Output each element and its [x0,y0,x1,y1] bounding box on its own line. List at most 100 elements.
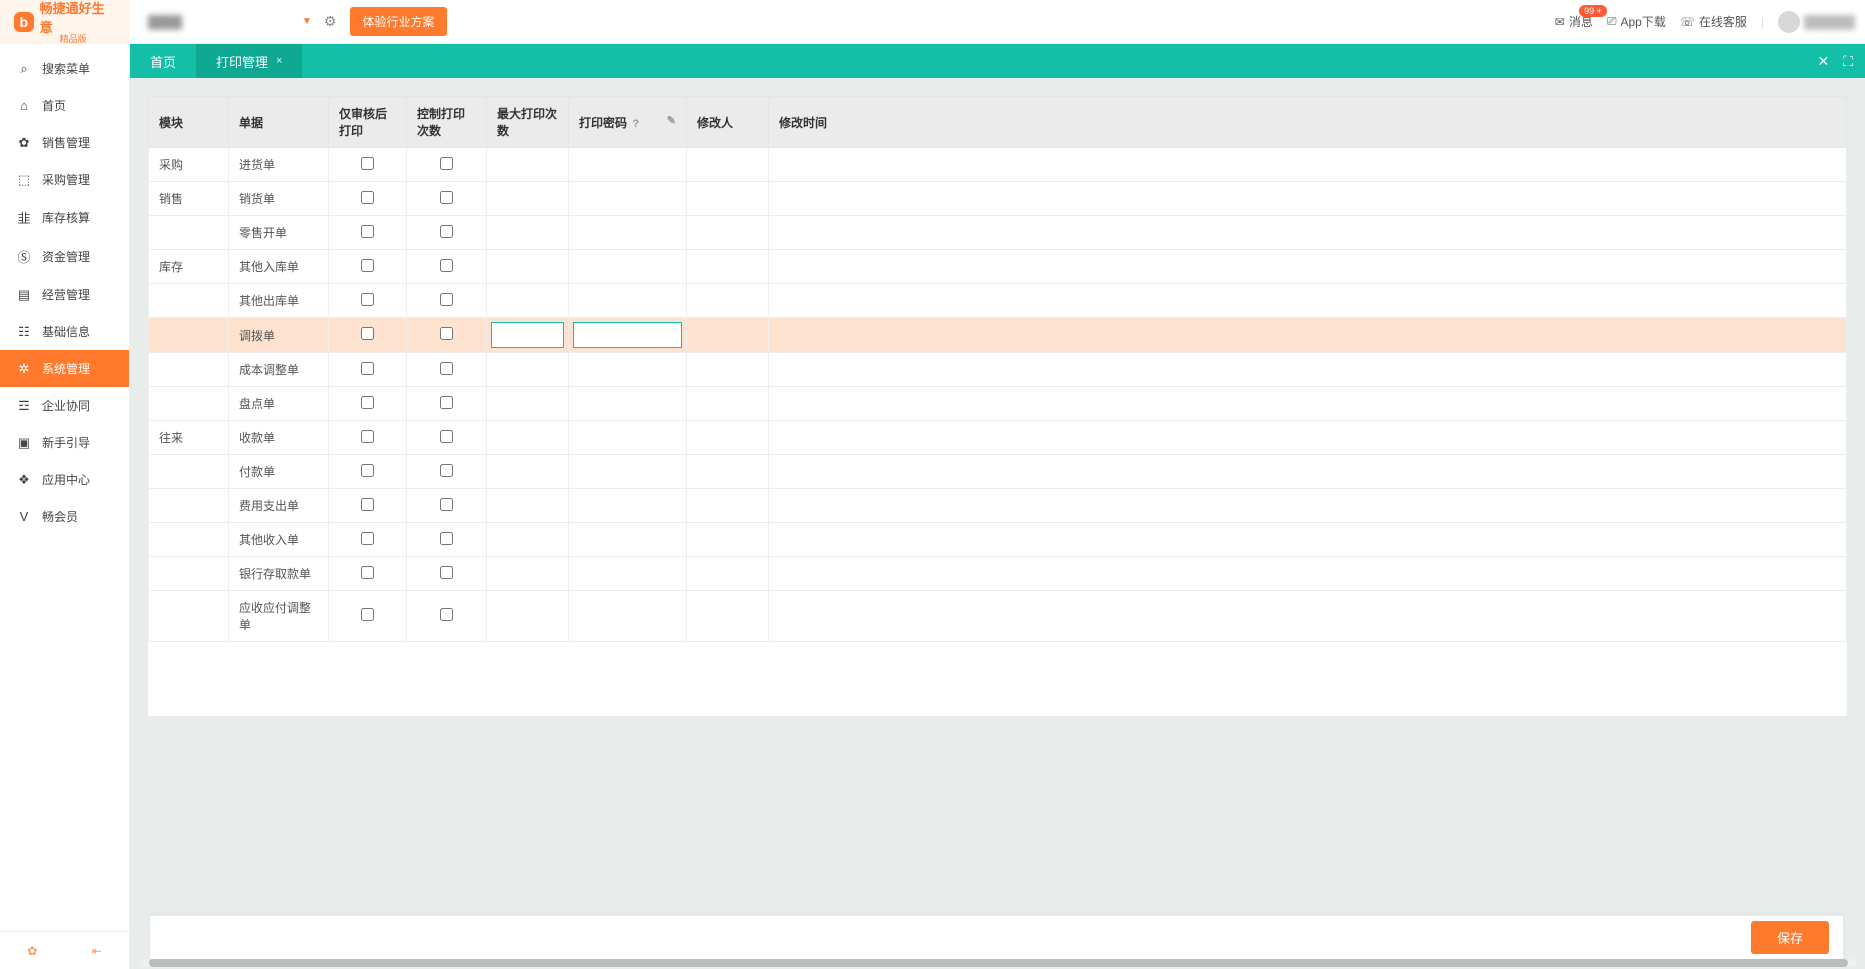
tab-print-manage[interactable]: 打印管理 × [196,44,302,78]
control-count-checkbox[interactable] [440,464,453,477]
only-audit-checkbox[interactable] [361,157,374,170]
cell-pwd[interactable] [569,353,687,387]
only-audit-checkbox[interactable] [361,225,374,238]
only-audit-checkbox[interactable] [361,362,374,375]
cell-pwd[interactable] [569,557,687,591]
fullscreen-icon[interactable]: ⛶ [1843,53,1853,70]
messages-link[interactable]: ✉ 消息 99 + [1555,13,1593,30]
sidebar-item-2[interactable]: ✿销售管理 [0,124,129,161]
sidebar-item-4[interactable]: ⾲库存核算 [0,198,129,237]
cell-max[interactable] [487,421,569,455]
control-count-checkbox[interactable] [440,225,453,238]
sidebar-item-6[interactable]: ▤经营管理 [0,276,129,313]
help-icon[interactable]: ? [632,118,639,130]
max-print-input[interactable] [491,322,564,348]
edit-icon[interactable]: ✎ [667,114,676,127]
tab-close-all-icon[interactable]: ✕ [1817,53,1829,70]
gear-icon[interactable]: ⚙ [324,13,337,30]
cta-button[interactable]: 体验行业方案 [350,7,446,36]
sidebar-item-10[interactable]: ▣新手引导 [0,424,129,461]
control-count-checkbox[interactable] [440,327,453,340]
only-audit-checkbox[interactable] [361,608,374,621]
print-password-input[interactable] [573,322,682,348]
tab-close-icon[interactable]: × [276,55,282,67]
header: b 畅捷通好生意 精品版 ████ ▼ ⚙ 体验行业方案 ✉ 消息 99 + ⎚… [0,0,1865,44]
cell-max[interactable] [487,455,569,489]
control-count-checkbox[interactable] [440,259,453,272]
cell-max[interactable] [487,250,569,284]
sidebar-item-9[interactable]: ☲企业协同 [0,387,129,424]
horizontal-scrollbar[interactable] [140,959,1857,967]
cell-max[interactable] [487,387,569,421]
cell-pwd[interactable] [569,216,687,250]
cell-pwd[interactable] [569,387,687,421]
sidebar-item-1[interactable]: ⌂首页 [0,87,129,124]
only-audit-checkbox[interactable] [361,498,374,511]
cell-pwd[interactable] [569,182,687,216]
control-count-checkbox[interactable] [440,396,453,409]
sidebar-label: 基础信息 [42,323,90,340]
only-audit-checkbox[interactable] [361,191,374,204]
cell-max[interactable] [487,557,569,591]
brand-logo[interactable]: b 畅捷通好生意 精品版 [0,0,130,44]
cell-modify-time [769,421,1847,455]
cell-modify-time [769,318,1847,353]
cell-max[interactable] [487,523,569,557]
sidebar-icon: ❖ [16,472,32,488]
sidebar-item-7[interactable]: ☷基础信息 [0,313,129,350]
brand-name: 畅捷通好生意 [40,0,116,36]
cell-modify-time [769,455,1847,489]
control-count-checkbox[interactable] [440,430,453,443]
control-count-checkbox[interactable] [440,532,453,545]
cell-max[interactable] [487,182,569,216]
brand-icon: b [14,12,34,32]
tab-home[interactable]: 首页 [130,44,196,78]
cell-max[interactable] [487,591,569,642]
control-count-checkbox[interactable] [440,362,453,375]
sidebar-item-11[interactable]: ❖应用中心 [0,461,129,498]
only-audit-checkbox[interactable] [361,566,374,579]
only-audit-checkbox[interactable] [361,430,374,443]
scrollbar-thumb[interactable] [149,959,1849,967]
cell-max[interactable] [487,216,569,250]
cell-max[interactable] [487,353,569,387]
support-link[interactable]: ☏ 在线客服 [1680,13,1747,30]
cell-max[interactable] [487,148,569,182]
sidebar-item-12[interactable]: V畅会员 [0,498,129,535]
cell-pwd[interactable] [569,523,687,557]
cell-max[interactable] [487,318,569,353]
sidebar-item-0[interactable]: ⌕搜索菜单 [0,50,129,87]
sidebar-item-3[interactable]: ⬚采购管理 [0,161,129,198]
cell-module [149,216,229,250]
sidebar-item-5[interactable]: Ⓢ资金管理 [0,237,129,276]
control-count-checkbox[interactable] [440,566,453,579]
cell-pwd[interactable] [569,284,687,318]
only-audit-checkbox[interactable] [361,532,374,545]
only-audit-checkbox[interactable] [361,293,374,306]
cell-max[interactable] [487,489,569,523]
cell-max[interactable] [487,284,569,318]
control-count-checkbox[interactable] [440,191,453,204]
settings-icon[interactable]: ✿ [27,944,37,958]
cell-pwd[interactable] [569,148,687,182]
user-menu[interactable]: ██████ [1778,11,1855,33]
org-chevron-icon[interactable]: ▼ [302,16,312,27]
control-count-checkbox[interactable] [440,608,453,621]
save-button[interactable]: 保存 [1751,921,1829,954]
app-download-link[interactable]: ⎚ App下载 [1607,13,1666,30]
cell-pwd[interactable] [569,489,687,523]
cell-pwd[interactable] [569,421,687,455]
control-count-checkbox[interactable] [440,498,453,511]
only-audit-checkbox[interactable] [361,327,374,340]
collapse-icon[interactable]: ⇤ [92,944,102,958]
only-audit-checkbox[interactable] [361,464,374,477]
only-audit-checkbox[interactable] [361,259,374,272]
cell-pwd[interactable] [569,318,687,353]
cell-pwd[interactable] [569,250,687,284]
cell-pwd[interactable] [569,455,687,489]
control-count-checkbox[interactable] [440,157,453,170]
only-audit-checkbox[interactable] [361,396,374,409]
control-count-checkbox[interactable] [440,293,453,306]
cell-pwd[interactable] [569,591,687,642]
sidebar-item-8[interactable]: ✲系统管理 [0,350,129,387]
